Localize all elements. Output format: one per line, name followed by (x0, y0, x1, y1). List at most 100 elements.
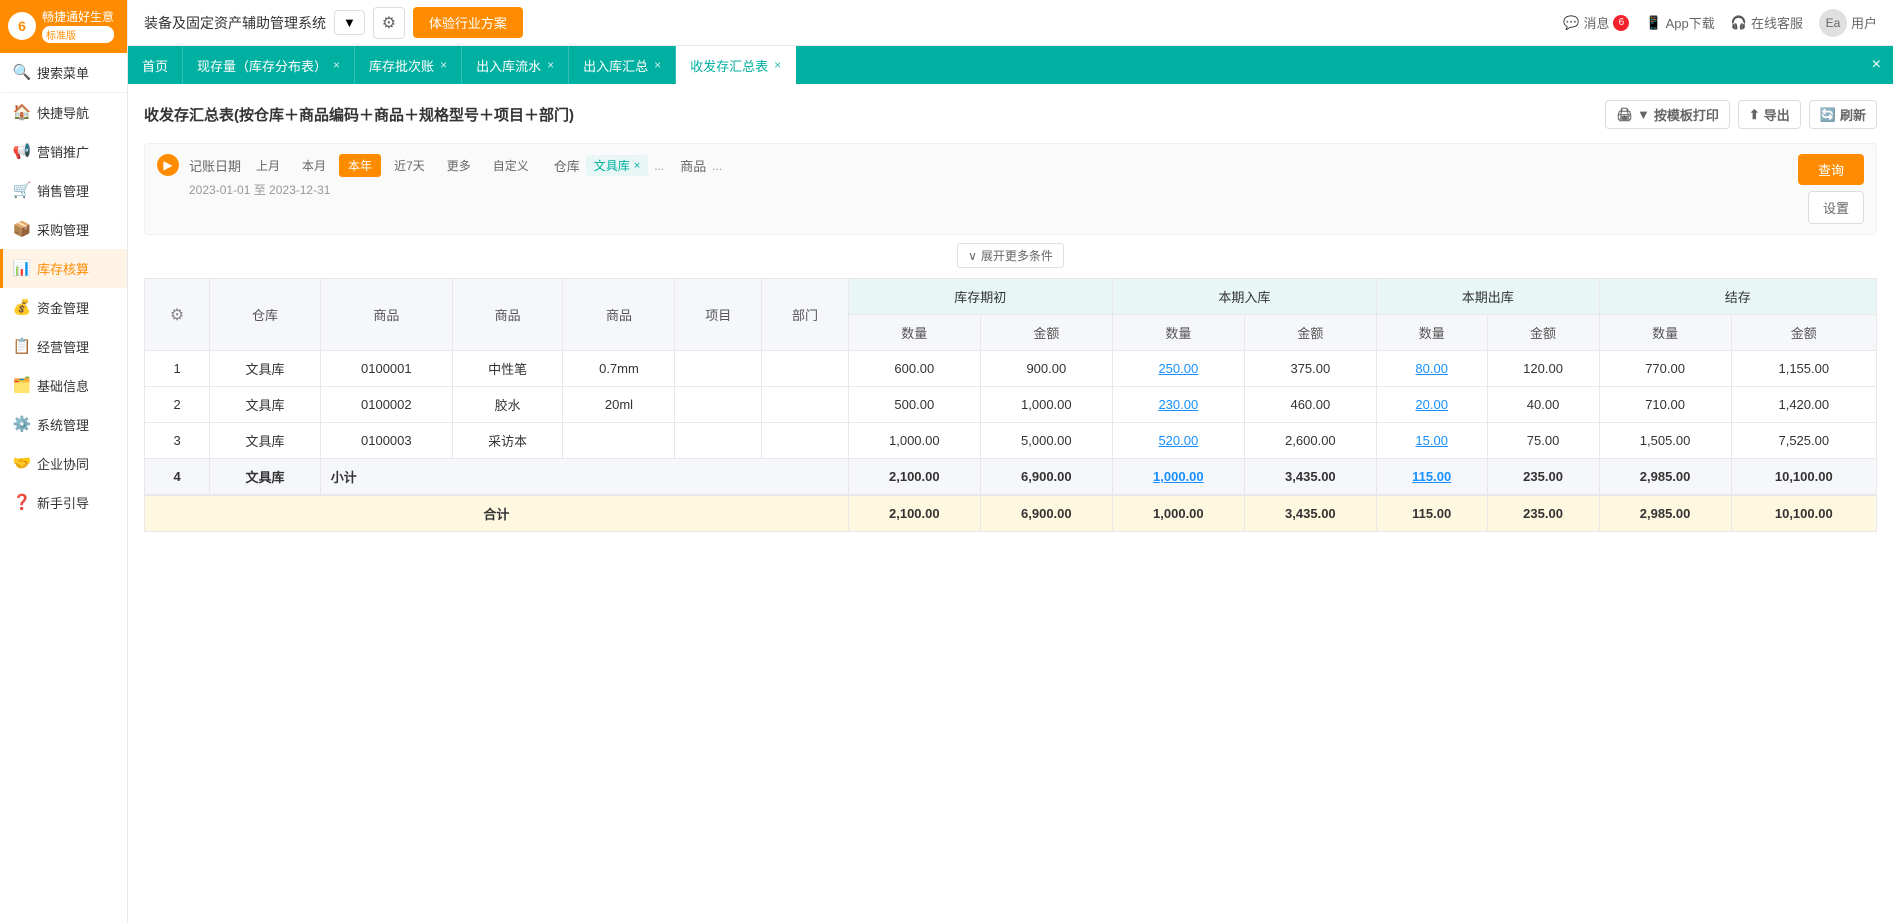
row-out-amt: 40.00 (1487, 387, 1599, 423)
tab-summary-label: 出入库汇总 (583, 56, 648, 75)
money-icon: 💰 (13, 298, 31, 316)
goods-label: 商品 (680, 156, 706, 175)
warehouse-tag: 文具库 × (586, 155, 648, 176)
sidebar-item-finance[interactable]: 💰 资金管理 (0, 288, 127, 327)
settings-button[interactable]: ⚙ (373, 7, 405, 39)
sidebar-item-sales[interactable]: 🛒 销售管理 (0, 171, 127, 210)
cart-icon: 🛒 (13, 181, 31, 199)
col-settings-header[interactable]: ⚙ (145, 279, 210, 351)
message-button[interactable]: 💬 消息 6 (1563, 13, 1629, 32)
sidebar-item-basic[interactable]: 🗂️ 基础信息 (0, 366, 127, 405)
warehouse-ellipsis[interactable]: ... (654, 159, 664, 173)
sidebar-item-corp[interactable]: 🤝 企业协同 (0, 444, 127, 483)
tab-summary[interactable]: 出入库汇总 × (569, 46, 676, 84)
date-btn-lastmonth[interactable]: 上月 (247, 154, 289, 177)
page-title-row: 收发存汇总表(按仓库＋商品编码＋商品＋规格型号＋项目＋部门) 🖨 ▼ 按模板打印… (144, 100, 1877, 129)
row-out-qty[interactable]: 20.00 (1376, 387, 1487, 423)
date-btn-thisyear[interactable]: 本年 (339, 154, 381, 177)
system-select[interactable]: ▼ (334, 10, 365, 35)
expand-conditions-btn[interactable]: ∨ 展开更多条件 (957, 243, 1064, 268)
row-out-qty[interactable]: 80.00 (1376, 351, 1487, 387)
user-menu[interactable]: Ea 用户 (1819, 9, 1877, 37)
refresh-button[interactable]: 🔄 刷新 (1809, 100, 1877, 129)
row-name: 采访本 (452, 423, 563, 459)
row-out-amt: 120.00 (1487, 351, 1599, 387)
row-name: 胶水 (452, 387, 563, 423)
tab-flow-close[interactable]: × (547, 58, 554, 72)
row-dept (762, 423, 849, 459)
date-btn-more[interactable]: 更多 (438, 154, 480, 177)
sidebar-item-system[interactable]: ⚙️ 系统管理 (0, 405, 127, 444)
tab-bar-close-all[interactable]: × (1860, 56, 1893, 74)
row-spec: 0.7mm (563, 351, 675, 387)
export-button[interactable]: ⬆ 导出 (1738, 100, 1801, 129)
expand-section: ∨ 展开更多条件 (144, 243, 1877, 268)
col-bal-qty-header: 数量 (1599, 315, 1731, 351)
app-download-button[interactable]: 📱 App下载 (1645, 13, 1714, 32)
sidebar-item-marketing[interactable]: 📢 营销推广 (0, 132, 127, 171)
online-service-button[interactable]: 🎧 在线客服 (1731, 13, 1803, 32)
sidebar-item-inventory[interactable]: 📊 库存核算 (0, 249, 127, 288)
row-open-amt: 900.00 (980, 351, 1112, 387)
sidebar-logo[interactable]: 6 畅捷通好生意 标准版 (0, 0, 127, 53)
row-in-qty[interactable]: 230.00 (1112, 387, 1244, 423)
sidebar-item-corp-label: 企业协同 (37, 454, 89, 473)
row-project (675, 387, 762, 423)
row-code: 0100001 (320, 351, 452, 387)
user-label: 用户 (1851, 13, 1877, 32)
row-no: 3 (145, 423, 210, 459)
row-open-amt: 1,000.00 (980, 387, 1112, 423)
tab-inventory-dist[interactable]: 现存量（库存分布表） × (183, 46, 355, 84)
tab-receipt-summary[interactable]: 收发存汇总表 × (676, 46, 796, 84)
row-in-qty[interactable]: 250.00 (1112, 351, 1244, 387)
tab-flow[interactable]: 出入库流水 × (462, 46, 569, 84)
goods-ellipsis[interactable]: ... (712, 159, 722, 173)
sidebar-search[interactable]: 🔍 搜索菜单 (0, 53, 127, 93)
print-text: 按模板打印 (1654, 105, 1719, 124)
tab-batch[interactable]: 库存批次账 × (355, 46, 462, 84)
tab-inventory-dist-close[interactable]: × (333, 58, 340, 72)
date-btn-custom[interactable]: 自定义 (484, 154, 538, 177)
box-icon: 📦 (13, 220, 31, 238)
date-buttons: 上月 本月 本年 近7天 更多 自定义 (247, 154, 538, 177)
system-select-arrow: ▼ (343, 15, 356, 30)
folder-icon: 🗂️ (13, 376, 31, 394)
sidebar-item-business[interactable]: 📋 经营管理 (0, 327, 127, 366)
row-name: 中性笔 (452, 351, 563, 387)
col-bal-amt-header: 金额 (1731, 315, 1876, 351)
row-out-qty[interactable]: 15.00 (1376, 423, 1487, 459)
export-label: 导出 (1764, 105, 1790, 124)
tab-receipt-summary-close[interactable]: × (774, 58, 781, 72)
print-icon: 🖨 (1616, 107, 1633, 123)
warehouse-tag-close[interactable]: × (634, 160, 640, 172)
row-warehouse: 文具库 (210, 387, 321, 423)
sidebar-item-purchase[interactable]: 📦 采购管理 (0, 210, 127, 249)
row-open-qty: 500.00 (848, 387, 980, 423)
row-bal-amt: 1,155.00 (1731, 351, 1876, 387)
filter-setting-button[interactable]: 设置 (1808, 191, 1864, 224)
tab-summary-close[interactable]: × (654, 58, 661, 72)
tab-bar: 首页 现存量（库存分布表） × 库存批次账 × 出入库流水 × 出入库汇总 × … (128, 46, 1893, 84)
app-logo-icon: 6 (8, 12, 36, 40)
total-open-amt: 6,900.00 (980, 495, 1112, 532)
row-in-qty[interactable]: 520.00 (1112, 423, 1244, 459)
sidebar-item-sales-label: 销售管理 (37, 181, 89, 200)
sidebar-item-guide[interactable]: ❓ 新手引导 (0, 483, 127, 522)
print-button[interactable]: 🖨 ▼ 按模板打印 (1605, 100, 1729, 129)
trial-button[interactable]: 体验行业方案 (413, 7, 523, 38)
refresh-icon: 🔄 (1820, 107, 1836, 123)
tab-home[interactable]: 首页 (128, 46, 183, 84)
expand-label: 展开更多条件 (981, 247, 1053, 264)
sidebar-item-quicknav[interactable]: 🏠 快捷导航 (0, 93, 127, 132)
table-row: 2 文具库 0100002 胶水 20ml 500.00 1,000.00 23… (145, 387, 1877, 423)
date-btn-7days[interactable]: 近7天 (385, 154, 434, 177)
search-icon: 🔍 (13, 63, 31, 81)
filter-collapse-btn[interactable]: ▶ (157, 154, 179, 176)
header-left: 装备及固定资产辅助管理系统 ▼ ⚙ 体验行业方案 (144, 7, 523, 39)
date-btn-thismonth[interactable]: 本月 (293, 154, 335, 177)
tab-batch-close[interactable]: × (440, 58, 447, 72)
query-button[interactable]: 查询 (1798, 154, 1864, 185)
col-settings-icon[interactable]: ⚙ (170, 307, 184, 324)
row-warehouse: 文具库 (210, 423, 321, 459)
col-out-amt-header: 金额 (1487, 315, 1599, 351)
